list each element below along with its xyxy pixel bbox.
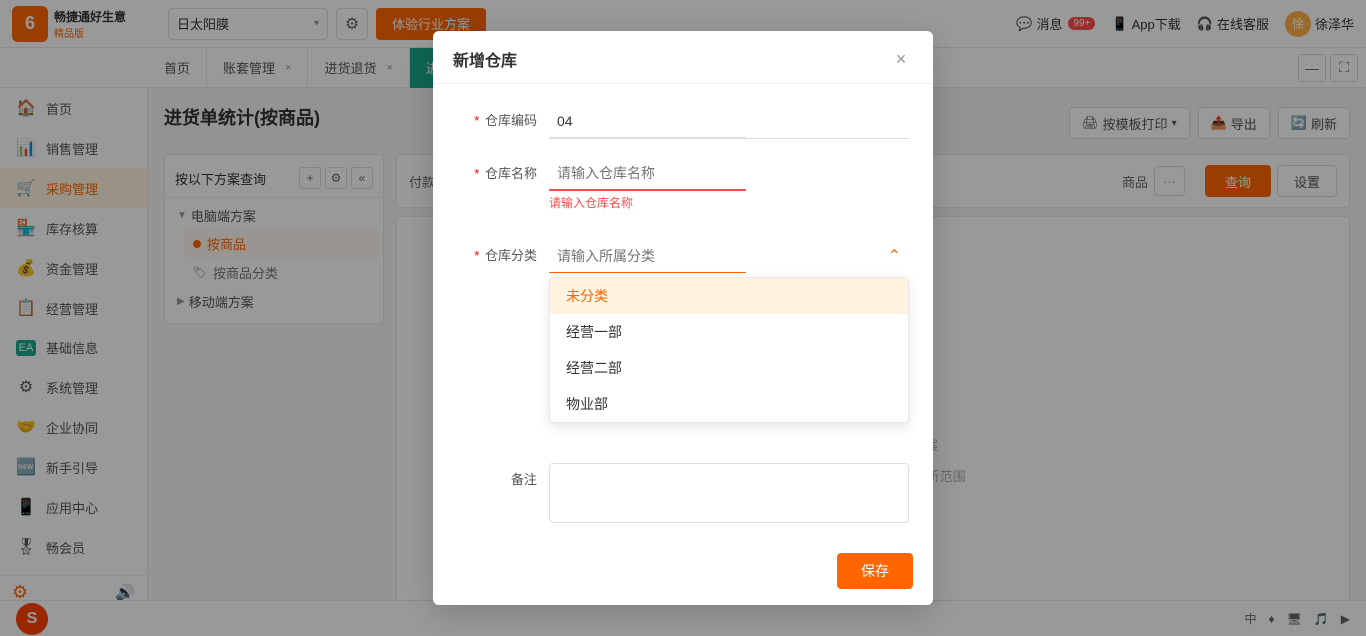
name-required-star: * — [474, 166, 479, 181]
name-input[interactable] — [549, 157, 746, 191]
category-up-arrow-icon[interactable]: ⌃ — [888, 246, 901, 266]
dropdown-item-dept1[interactable]: 经营一部 — [550, 314, 908, 350]
save-button[interactable]: 保存 — [837, 553, 913, 589]
form-row-name: * 仓库名称 请输入仓库名称 — [457, 157, 909, 211]
form-row-code: * 仓库编码 — [457, 104, 909, 139]
name-label: * 仓库名称 — [457, 157, 537, 182]
form-row-note: 备注 — [457, 463, 909, 523]
code-required-star: * — [474, 113, 479, 128]
note-label: 备注 — [457, 463, 537, 488]
category-select-wrap: ⌃ 未分类 经营一部 经营二部 物业部 — [549, 239, 909, 273]
category-dropdown: 未分类 经营一部 经营二部 物业部 — [549, 277, 909, 423]
note-textarea[interactable] — [549, 463, 909, 523]
category-label: * 仓库分类 — [457, 239, 537, 264]
dropdown-item-dept3[interactable]: 物业部 — [550, 386, 908, 422]
code-input[interactable] — [549, 104, 746, 138]
code-label: * 仓库编码 — [457, 104, 537, 129]
name-error-message: 请输入仓库名称 — [549, 194, 909, 211]
name-input-wrap: 请输入仓库名称 — [549, 157, 909, 211]
category-required-star: * — [474, 248, 479, 263]
modal-footer: 保存 — [433, 541, 933, 605]
dropdown-item-dept2[interactable]: 经营二部 — [550, 350, 908, 386]
modal-overlay: 新增仓库 × * 仓库编码 * 仓库名称 — [0, 0, 1366, 636]
modal-close-button[interactable]: × — [889, 47, 913, 71]
dropdown-item-unclassified[interactable]: 未分类 — [550, 278, 908, 314]
category-input[interactable] — [549, 239, 746, 273]
modal-header: 新增仓库 × — [433, 31, 933, 84]
new-warehouse-modal: 新增仓库 × * 仓库编码 * 仓库名称 — [433, 31, 933, 605]
modal-body: * 仓库编码 * 仓库名称 请输入仓库名称 — [433, 84, 933, 293]
modal-title: 新增仓库 — [453, 47, 517, 71]
form-row-category: * 仓库分类 ⌃ 未分类 经营一部 经营二部 物业部 — [457, 239, 909, 273]
code-input-wrap — [549, 104, 909, 139]
